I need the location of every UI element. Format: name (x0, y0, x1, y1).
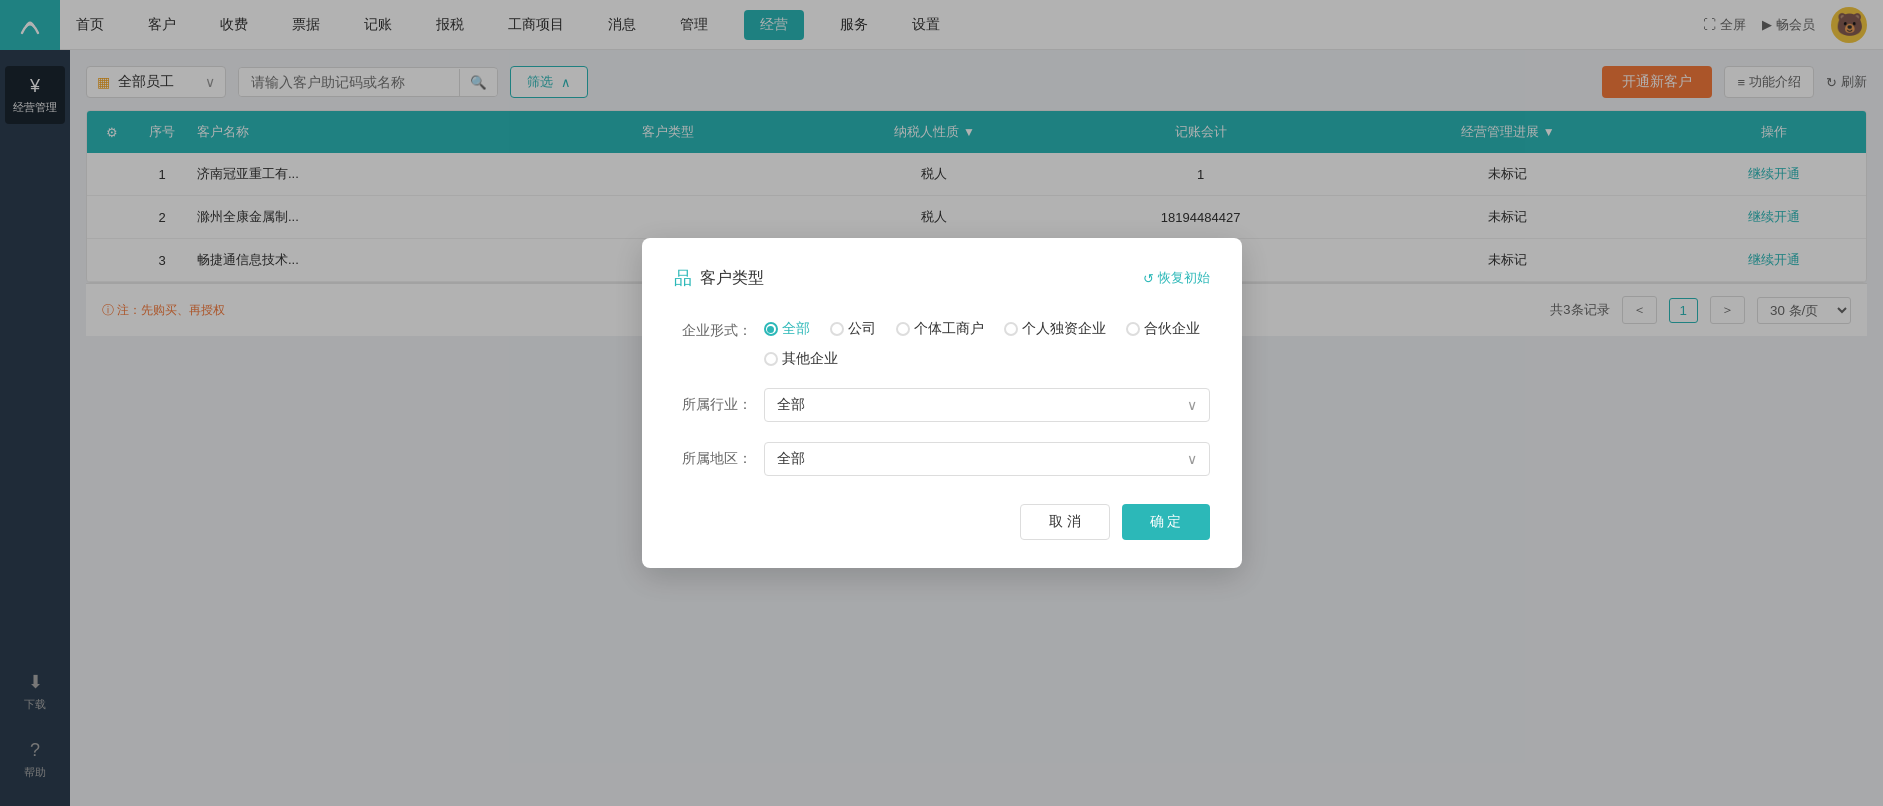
radio-partnership[interactable]: 合伙企业 (1126, 320, 1200, 338)
radio-all[interactable]: 全部 (764, 320, 810, 338)
restore-icon: ↺ (1143, 271, 1154, 286)
industry-label: 所属行业： (674, 388, 764, 420)
enterprise-form-row: 企业形式： 全部 公司 个体工商户 (674, 314, 1210, 368)
radio-sole-prop-label: 个人独资企业 (1022, 320, 1106, 338)
radio-group-enterprise: 全部 公司 个体工商户 个人独资企业 (764, 314, 1210, 368)
radio-all-label: 全部 (782, 320, 810, 338)
modal-footer: 取 消 确 定 (674, 504, 1210, 540)
radio-individual-biz[interactable]: 个体工商户 (896, 320, 984, 338)
modal-title: 品 客户类型 (674, 266, 764, 290)
industry-form-row: 所属行业： 全部 ∨ (674, 388, 1210, 422)
confirm-button[interactable]: 确 定 (1122, 504, 1210, 540)
restore-button[interactable]: ↺ 恢复初始 (1143, 269, 1210, 287)
radio-dot-all (764, 322, 778, 336)
customer-type-modal: 品 客户类型 ↺ 恢复初始 企业形式： 全部 公司 (642, 238, 1242, 568)
industry-chevron-icon: ∨ (1187, 397, 1197, 413)
enterprise-form-options: 全部 公司 个体工商户 个人独资企业 (764, 314, 1210, 368)
region-select-wrapper: 全部 ∨ (764, 442, 1210, 476)
radio-company-label: 公司 (848, 320, 876, 338)
radio-dot-partnership (1126, 322, 1140, 336)
radio-other-label: 其他企业 (782, 350, 838, 368)
radio-other[interactable]: 其他企业 (764, 350, 838, 368)
enterprise-form-label: 企业形式： (674, 314, 764, 346)
industry-select-wrapper: 全部 ∨ (764, 388, 1210, 422)
radio-dot-sole-prop (1004, 322, 1018, 336)
radio-company[interactable]: 公司 (830, 320, 876, 338)
radio-sole-prop[interactable]: 个人独资企业 (1004, 320, 1106, 338)
industry-value: 全部 (777, 396, 805, 414)
region-select[interactable]: 全部 ∨ (764, 442, 1210, 476)
radio-dot-individual-biz (896, 322, 910, 336)
radio-individual-biz-label: 个体工商户 (914, 320, 984, 338)
radio-partnership-label: 合伙企业 (1144, 320, 1200, 338)
modal-overlay[interactable]: 品 客户类型 ↺ 恢复初始 企业形式： 全部 公司 (0, 0, 1883, 806)
restore-label: 恢复初始 (1158, 269, 1210, 287)
cancel-button[interactable]: 取 消 (1020, 504, 1110, 540)
modal-title-icon: 品 (674, 266, 692, 290)
radio-dot-other (764, 352, 778, 366)
industry-select[interactable]: 全部 ∨ (764, 388, 1210, 422)
radio-dot-company (830, 322, 844, 336)
region-value: 全部 (777, 450, 805, 468)
modal-title-text: 客户类型 (700, 268, 764, 289)
modal-header: 品 客户类型 ↺ 恢复初始 (674, 266, 1210, 290)
region-form-row: 所属地区： 全部 ∨ (674, 442, 1210, 476)
region-chevron-icon: ∨ (1187, 451, 1197, 467)
region-label: 所属地区： (674, 442, 764, 474)
